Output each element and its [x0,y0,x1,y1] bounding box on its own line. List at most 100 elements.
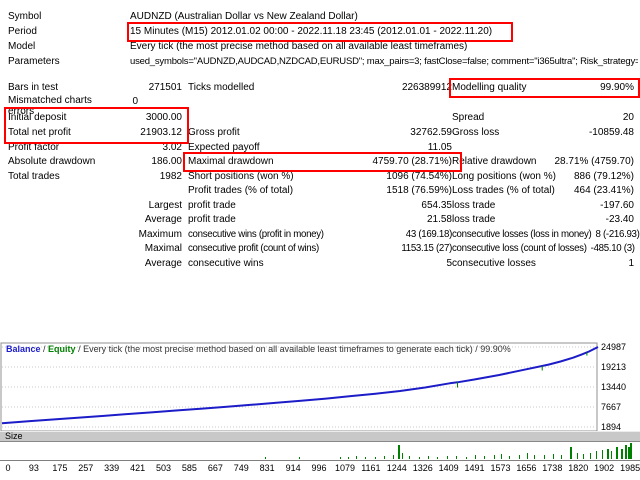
report-label: Long positions (won %) [452,171,556,182]
report-label: Bars in test [8,82,59,93]
lot-size-bar [589,453,591,459]
lot-size-bar [611,451,613,459]
legend-segment: / Every tick (the most precise method ba… [75,344,511,354]
report-row: Average profit trade 21.58 loss trade -23.40 [0,213,640,226]
legend-segment: Balance [6,344,41,354]
lot-size-bar [484,456,486,459]
report-value: Largest [148,200,182,211]
report-value: 99.90% [600,82,634,93]
report-value: 226389912 [401,82,452,93]
lot-size-bar [534,455,536,459]
report-cell-group: Total trades 1982 [8,170,182,183]
report-row: Average consecutive wins 5 consecutive loss… [0,257,640,270]
legend-segment: Equity [48,344,76,354]
report-value: 20 [622,112,634,123]
legend-segment: / [40,344,49,354]
x-axis-label: 1079 [334,463,355,473]
x-axis-label: 503 [156,463,172,473]
report-cell-group: profit trade 654.35 [188,199,452,212]
report-value: 1096 (74.54%) [386,171,452,182]
report-cell-group: Long positions (won %) 886 (79.12%) [452,170,634,183]
lot-size-bar [561,455,563,459]
lot-size-bar [365,457,367,459]
balance-line [1,346,599,425]
report-label: Symbol [8,11,42,22]
report-value: 1982 [159,171,182,182]
report-row: Initial deposit 3000.00 Spread 20 [0,111,640,124]
lot-size-bar [446,456,448,459]
x-axis-label: 1326 [412,463,433,473]
x-axis-label: 421 [130,463,146,473]
report-label: loss trade [452,214,496,225]
report-label: Relative drawdown [452,156,537,167]
report-value: 11.05 [427,142,452,153]
report-label: consecutive loss (count of losses) [452,243,587,254]
x-axis-label: 1738 [542,463,563,473]
lot-size-bar [500,454,502,459]
report-value: AUDNZD (Australian Dollar vs New Zealand… [130,11,358,22]
report-label: loss trade [452,200,496,211]
report-value: 4759.70 (28.71%) [372,156,452,167]
x-axis-label: 914 [285,463,301,473]
lot-size-bar [526,453,528,459]
report-table: Symbol AUDNZD (Australian Dollar vs New Z… [0,0,640,340]
lot-size-bar [437,457,439,459]
report-cell-group: Initial deposit 3000.00 [8,111,182,124]
report-cell-group: consecutive loss (count of losses) -485.1… [452,242,635,255]
report-cell-group: Profit trades (% of total) 1518 (76.59%) [188,184,452,197]
report-label: profit trade [188,214,236,225]
report-value: 186.00 [151,156,182,167]
report-value: Maximal [144,243,182,254]
report-value: 464 (23.41%) [573,185,634,196]
report-cell-group: Average [8,213,182,226]
lot-size-bar [583,454,584,459]
lot-size-bar [348,457,349,459]
report-cell-group: Absolute drawdown 186.00 [8,155,182,168]
report-row: Model Every tick (the most precise method… [0,40,640,53]
report-label: consecutive losses (loss in money) [452,229,592,240]
report-row: Largest profit trade 654.35 loss trade -197.… [0,199,640,212]
lot-size-bar [409,456,411,459]
x-axis-label: 1573 [490,463,511,473]
report-value: 43 (169.18) [405,229,453,240]
report-label: Loss trades (% of total) [452,185,555,196]
lot-size-bar [543,455,545,459]
report-cell-group: consecutive wins (profit in money) 43 (16… [188,228,452,241]
report-value: 8 (-216.93) [595,229,640,240]
report-value: 15 Minutes (M15) 2012.01.02 00:00 - 2022… [130,26,493,37]
lot-size-bar [264,457,266,459]
lot-size-bar [606,449,609,459]
report-label: Gross profit [188,127,240,138]
report-value: -23.40 [605,214,634,225]
report-label: Ticks modelled [188,82,255,93]
report-cell-group: Short positions (won %) 1096 (74.54%) [188,170,452,183]
y-axis-label: 7667 [601,402,622,412]
report-cell-group: Ticks modelled 226389912 [188,81,452,94]
lot-size-bar [570,447,573,459]
lot-size-bar [427,456,429,459]
report-label: Period [8,26,37,37]
report-label: Absolute drawdown [8,156,96,167]
report-value: 5 [446,258,452,269]
report-value: 3000.00 [145,112,182,123]
lot-size-bar [518,455,520,459]
report-label: profit trade [188,200,236,211]
report-label: Modelling quality [452,82,527,93]
y-axis-label: 24987 [601,342,627,352]
report-label: Profit factor [8,142,60,153]
lot-size-bar [620,449,623,459]
report-label: consecutive wins [188,258,264,269]
report-label: Total net profit [8,127,71,138]
report-label: Total trades [8,171,60,182]
report-value: Maximum [138,229,182,240]
report-row: Parameters used_symbols="AUDNZD,AUDCAD,NZ… [0,55,640,68]
report-value: 0 [132,96,138,107]
x-axis-label: 1244 [386,463,407,473]
report-row: Maximum consecutive wins (profit in money… [0,228,640,241]
report-row: Symbol AUDNZD (Australian Dollar vs New Z… [0,10,640,23]
lot-size-bar [374,457,376,459]
report-cell-group: Average [8,257,182,270]
report-cell-group: Loss trades (% of total) 464 (23.41%) [452,184,634,197]
report-label: consecutive profit (count of wins) [188,243,319,254]
report-value: 1153.15 (27) [401,243,452,254]
